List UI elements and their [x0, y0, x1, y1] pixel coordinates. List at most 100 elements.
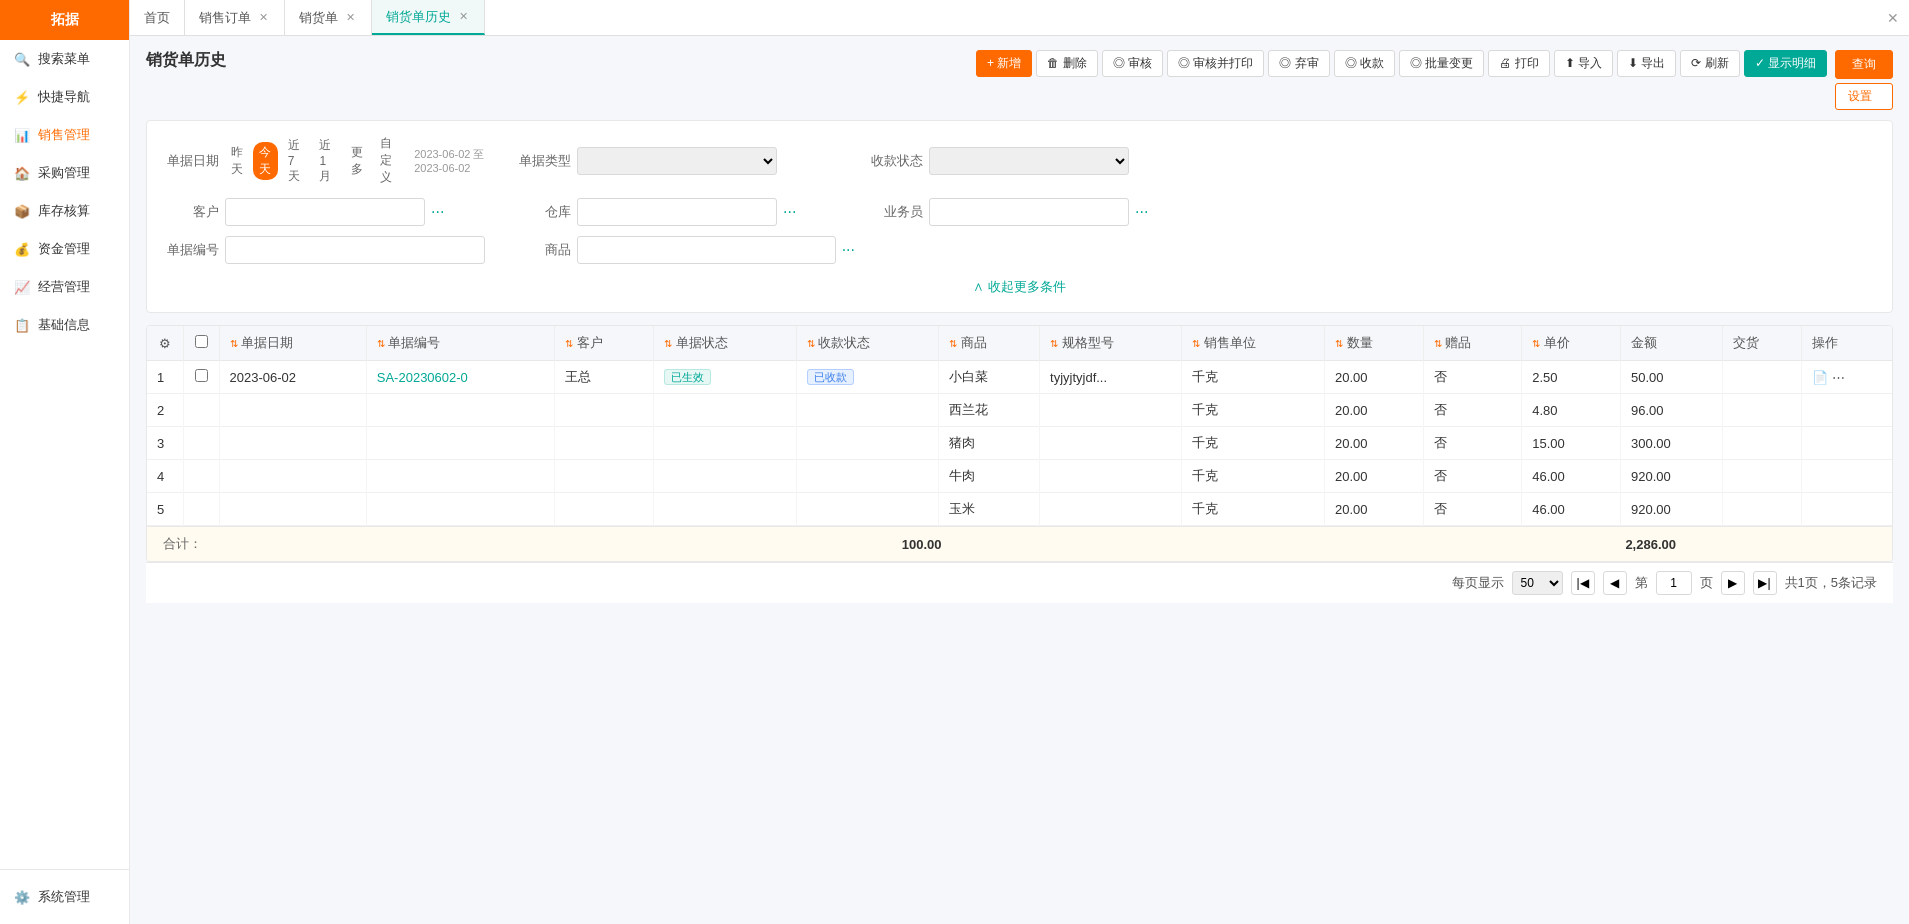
salesrep-more-icon[interactable]: ···: [1135, 204, 1148, 220]
date-tag-custom[interactable]: 自定义: [374, 133, 405, 188]
cell-checkbox[interactable]: [183, 394, 219, 427]
cell-doc-date: [219, 427, 366, 460]
filter-customer-field: 客户 ···: [163, 198, 503, 226]
export-button[interactable]: ⬇ 导出: [1617, 50, 1676, 77]
col-goods[interactable]: ⇅ 商品: [939, 326, 1040, 361]
cell-checkbox[interactable]: [183, 361, 219, 394]
cell-goods: 猪肉: [939, 427, 1040, 460]
cell-payment-status: [796, 460, 938, 493]
new-button[interactable]: + 新增: [976, 50, 1032, 77]
col-settings[interactable]: ⚙: [147, 326, 183, 361]
tab-sales-delivery[interactable]: 销货单 ✕: [285, 0, 372, 35]
tab-bar-end: ✕: [1887, 10, 1909, 26]
filter-docno-input[interactable]: [225, 236, 485, 264]
import-button[interactable]: ⬆ 导入: [1554, 50, 1613, 77]
goods-more-icon[interactable]: ···: [842, 242, 855, 258]
doc-no-link[interactable]: SA-20230602-0: [377, 370, 468, 385]
filter-payment-select[interactable]: [929, 147, 1129, 175]
cell-quantity: 20.00: [1324, 394, 1423, 427]
col-gift[interactable]: ⇅ 赠品: [1423, 326, 1522, 361]
sidebar-item-sales-mgmt[interactable]: 📊 销售管理: [0, 116, 129, 154]
row-checkbox[interactable]: [195, 369, 208, 382]
filter-panel: 单据日期 昨天 今天 近7天 近1月 更多 自定义 2023-06-02 至 2…: [146, 120, 1893, 313]
sidebar-item-search-menu[interactable]: 🔍 搜索菜单: [0, 40, 129, 78]
cell-checkbox[interactable]: [183, 493, 219, 526]
batch-change-button[interactable]: ◎ 批量变更: [1399, 50, 1484, 77]
tab-sales-order[interactable]: 销售订单 ✕: [185, 0, 285, 35]
warehouse-more-icon[interactable]: ···: [783, 204, 796, 220]
filter-doctype-label: 单据类型: [515, 152, 571, 170]
query-button[interactable]: 查询: [1835, 50, 1893, 79]
sort-icon: ⇅: [1050, 338, 1058, 349]
per-page-select[interactable]: 50 100 200: [1512, 571, 1563, 595]
page-input[interactable]: [1656, 571, 1692, 595]
col-sales-unit[interactable]: ⇅ 销售单位: [1182, 326, 1324, 361]
sidebar-item-purchase-mgmt[interactable]: 🏠 采购管理: [0, 154, 129, 192]
cell-checkbox[interactable]: [183, 460, 219, 493]
col-doc-no[interactable]: ⇅ 单据编号: [366, 326, 555, 361]
prev-page-btn[interactable]: ◀: [1603, 571, 1627, 595]
col-quantity[interactable]: ⇅ 数量: [1324, 326, 1423, 361]
cell-payment-status: [796, 394, 938, 427]
col-customer[interactable]: ⇅ 客户: [555, 326, 654, 361]
sidebar-item-label: 库存核算: [38, 202, 90, 220]
col-payment-status[interactable]: ⇅ 收款状态: [796, 326, 938, 361]
filter-date-label: 单据日期: [163, 152, 219, 170]
filter-salesrep-input[interactable]: [929, 198, 1129, 226]
tab-sales-history[interactable]: 销货单历史 ✕: [372, 0, 485, 35]
date-tag-7days[interactable]: 近7天: [282, 135, 310, 187]
filter-warehouse-input[interactable]: [577, 198, 777, 226]
select-all-checkbox[interactable]: [195, 335, 208, 348]
date-tag-1month[interactable]: 近1月: [313, 135, 341, 187]
approve-print-button[interactable]: ◎ 审核并打印: [1167, 50, 1264, 77]
first-page-btn[interactable]: |◀: [1571, 571, 1595, 595]
setting-button[interactable]: 设置: [1835, 83, 1893, 110]
col-doc-status[interactable]: ⇅ 单据状态: [654, 326, 796, 361]
col-checkbox[interactable]: [183, 326, 219, 361]
cell-unit-price: 4.80: [1522, 394, 1621, 427]
cell-doc-date: [219, 394, 366, 427]
approve-button[interactable]: ◎ 审核: [1102, 50, 1163, 77]
refresh-button[interactable]: ⟳ 刷新: [1680, 50, 1739, 77]
tab-bar-close-all[interactable]: ✕: [1887, 10, 1899, 26]
cell-amount: 50.00: [1620, 361, 1722, 394]
date-tag-today[interactable]: 今天: [253, 142, 277, 180]
filter-doctype-select[interactable]: [577, 147, 777, 175]
tab-sales-order-close[interactable]: ✕: [257, 10, 270, 25]
filter-customer-input[interactable]: [225, 198, 425, 226]
tab-sales-history-close[interactable]: ✕: [457, 9, 470, 24]
discard-button[interactable]: ◎ 弃审: [1268, 50, 1329, 77]
tab-sales-delivery-close[interactable]: ✕: [344, 10, 357, 25]
sort-icon: ⇅: [377, 338, 385, 349]
sidebar-item-finance[interactable]: 💰 资金管理: [0, 230, 129, 268]
sidebar-item-quick-nav[interactable]: ⚡ 快捷导航: [0, 78, 129, 116]
cell-doc-status: [654, 394, 796, 427]
show-detail-button[interactable]: ✓ 显示明细: [1744, 50, 1827, 77]
cell-checkbox[interactable]: [183, 427, 219, 460]
date-range-selector: 昨天 今天 近7天 近1月 更多 自定义: [225, 133, 404, 188]
home-icon: 🏠: [14, 165, 30, 181]
view-btn[interactable]: 📄: [1812, 370, 1828, 385]
next-page-btn[interactable]: ▶: [1721, 571, 1745, 595]
filter-goods-input[interactable]: [577, 236, 836, 264]
customer-more-icon[interactable]: ···: [431, 204, 444, 220]
sidebar-item-operations[interactable]: 📈 经营管理: [0, 268, 129, 306]
sidebar-item-inventory[interactable]: 📦 库存核算: [0, 192, 129, 230]
collapse-button[interactable]: ∧ 收起更多条件: [163, 274, 1876, 300]
date-tag-yesterday[interactable]: 昨天: [225, 142, 249, 180]
last-page-btn[interactable]: ▶|: [1753, 571, 1777, 595]
col-spec[interactable]: ⇅ 规格型号: [1040, 326, 1182, 361]
print-button[interactable]: 🖨 打印: [1488, 50, 1549, 77]
col-unit-price[interactable]: ⇅ 单价: [1522, 326, 1621, 361]
sort-icon: ⇅: [1335, 338, 1343, 349]
sort-icon: ⇅: [1532, 338, 1540, 349]
delete-button[interactable]: 🗑 删除: [1036, 50, 1097, 77]
tab-home[interactable]: 首页: [130, 0, 185, 35]
more-btn[interactable]: ⋯: [1832, 370, 1845, 385]
collect-button[interactable]: ◎ 收款: [1334, 50, 1395, 77]
cell-transaction: [1723, 427, 1802, 460]
date-tag-more[interactable]: 更多: [345, 142, 369, 180]
col-doc-date[interactable]: ⇅ 单据日期: [219, 326, 366, 361]
sidebar-item-basic-info[interactable]: 📋 基础信息: [0, 306, 129, 344]
sidebar-item-sys-mgmt[interactable]: ⚙️ 系统管理: [0, 878, 129, 916]
